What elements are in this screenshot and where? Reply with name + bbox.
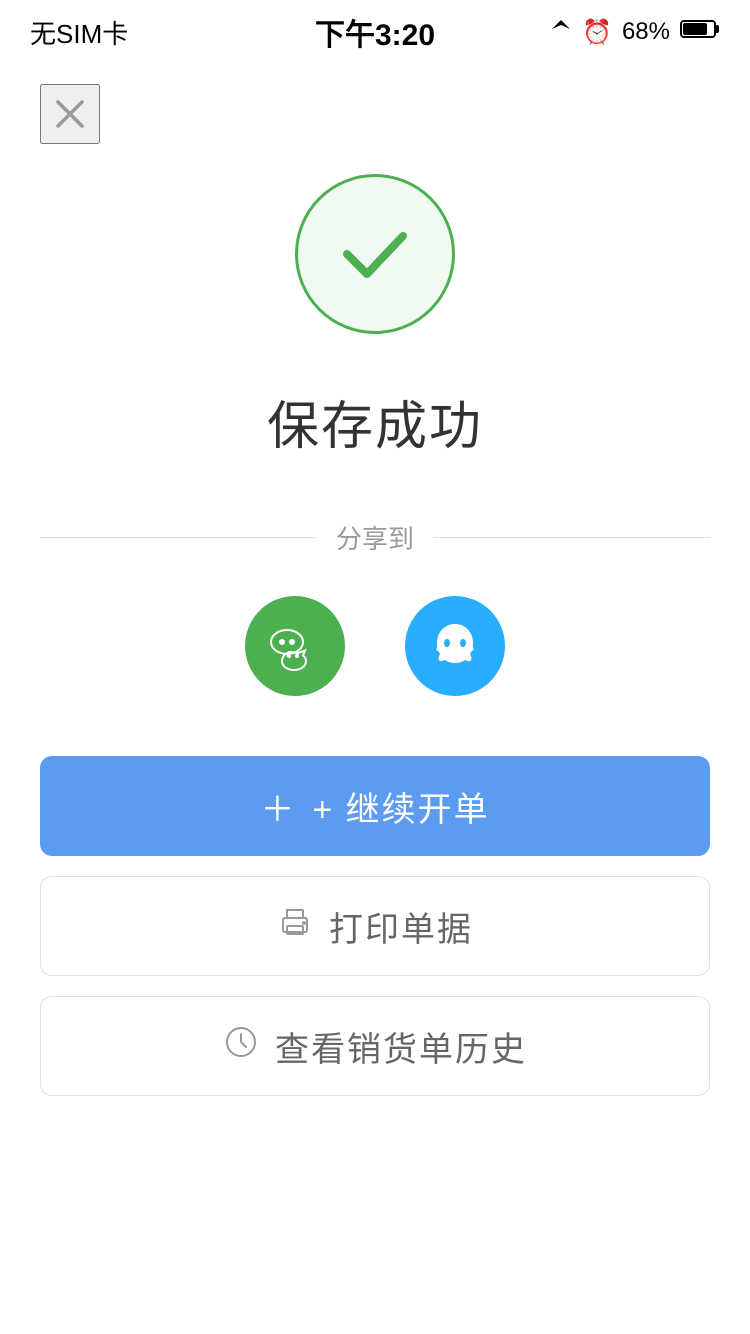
clock-icon xyxy=(223,1024,259,1069)
divider-right xyxy=(434,537,710,538)
divider-left xyxy=(40,537,316,538)
carrier-text: 无SIM卡 xyxy=(30,14,128,51)
close-button[interactable] xyxy=(40,84,100,144)
main-content: 保存成功 分享到 xyxy=(0,64,750,1136)
status-time: 下午3:20 xyxy=(315,10,435,54)
history-button[interactable]: 查看销货单历史 xyxy=(40,996,710,1096)
success-title: 保存成功 xyxy=(267,384,483,459)
checkmark-icon xyxy=(335,214,415,294)
share-label: 分享到 xyxy=(336,519,414,556)
plus-icon: ＋ xyxy=(260,782,296,831)
printer-icon xyxy=(277,904,313,949)
continue-button[interactable]: ＋ + 继续开单 xyxy=(40,756,710,856)
share-section: 分享到 xyxy=(40,519,710,696)
action-buttons: ＋ + 继续开单 打印单据 查看销货单历 xyxy=(40,756,710,1096)
battery-icon xyxy=(680,18,720,47)
alarm-icon: ⏰ xyxy=(582,18,612,47)
continue-label: + 继续开单 xyxy=(312,782,489,831)
location-icon xyxy=(550,18,572,47)
qq-button[interactable] xyxy=(405,596,505,696)
qq-icon xyxy=(425,616,485,676)
status-bar: 无SIM卡 下午3:20 ⏰ 68% xyxy=(0,0,750,64)
battery-text: 68% xyxy=(622,18,670,46)
wechat-icon xyxy=(265,616,325,676)
success-circle xyxy=(295,174,455,334)
history-label: 查看销货单历史 xyxy=(275,1022,527,1071)
print-label: 打印单据 xyxy=(329,902,473,951)
print-button[interactable]: 打印单据 xyxy=(40,876,710,976)
status-left: 无SIM卡 xyxy=(30,14,138,51)
status-right: ⏰ 68% xyxy=(550,18,720,47)
wechat-button[interactable] xyxy=(245,596,345,696)
share-icons xyxy=(40,596,710,696)
share-divider: 分享到 xyxy=(40,519,710,556)
